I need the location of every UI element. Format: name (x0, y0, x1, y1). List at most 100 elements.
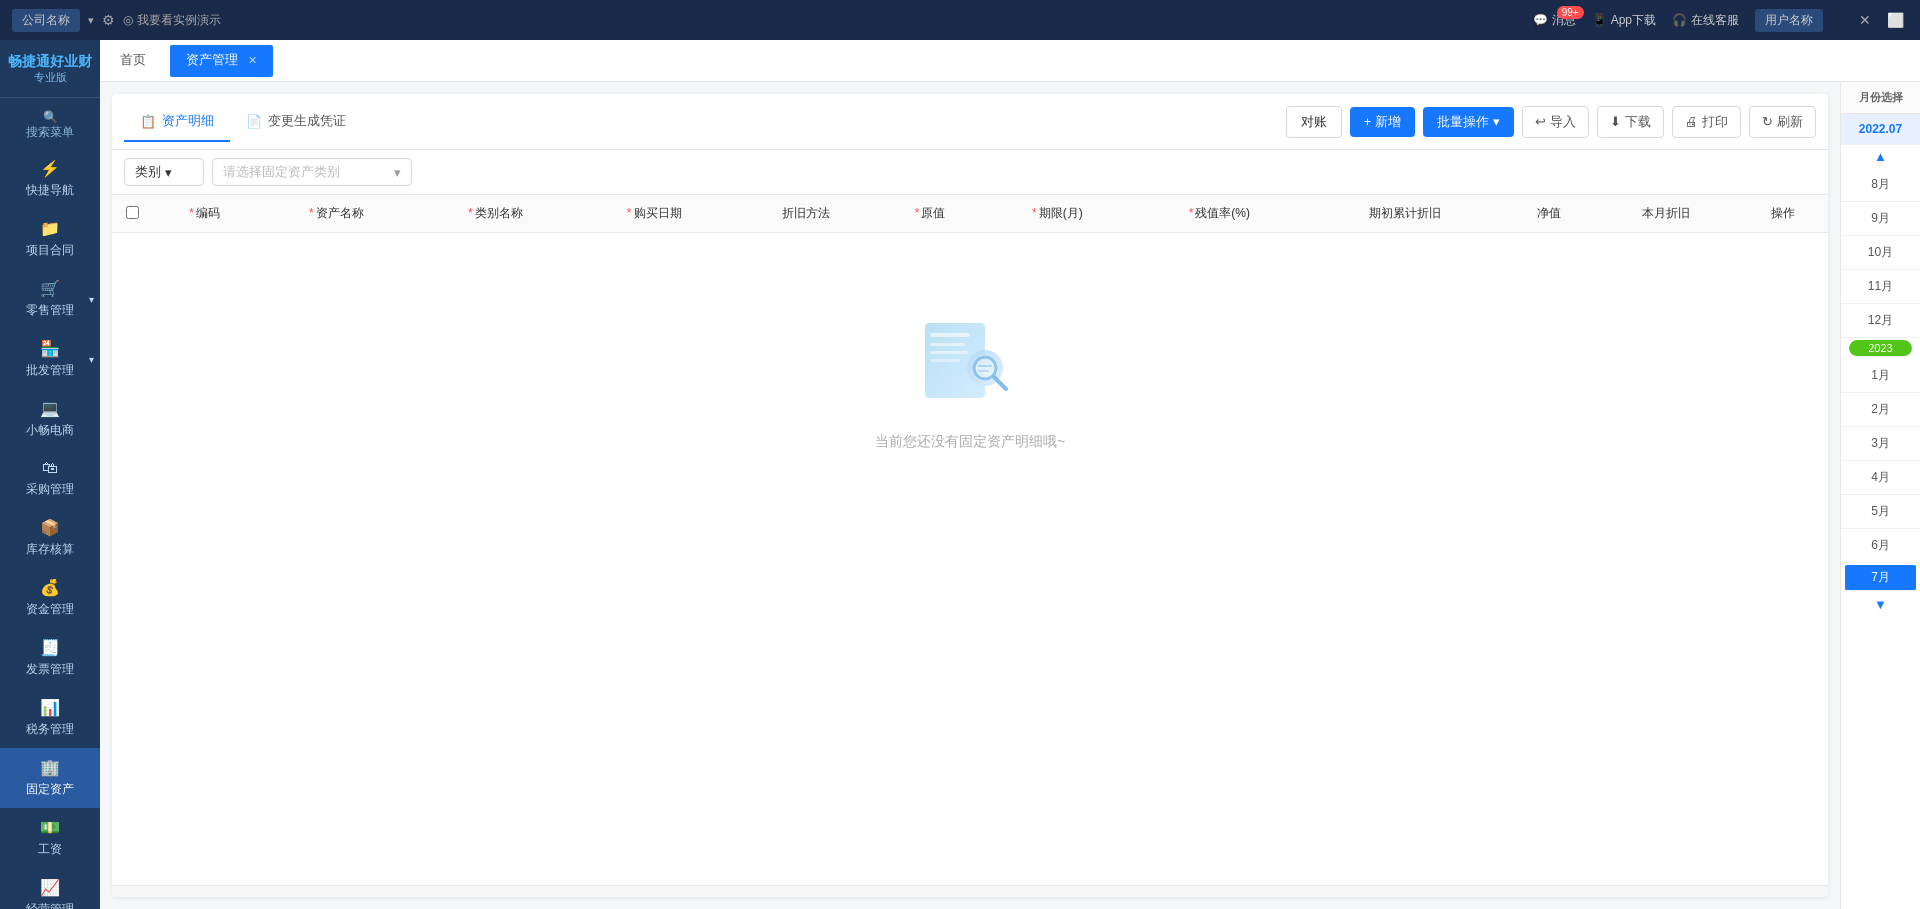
refresh-icon: ↻ (1762, 114, 1773, 129)
empty-illustration (910, 313, 1030, 413)
sidebar-item-tax[interactable]: 📊 税务管理 (0, 688, 100, 748)
tab-close-icon[interactable]: ✕ (248, 54, 257, 66)
col-name: *资产名称 (257, 195, 416, 233)
col-net-value: 净值 (1504, 195, 1594, 233)
batch-button[interactable]: 批量操作 ▾ (1423, 107, 1514, 137)
sidebar-search[interactable]: 🔍 搜索菜单 (0, 102, 100, 149)
settings-icon[interactable]: ⚙ (102, 12, 115, 28)
sidebar-item-fixed-asset[interactable]: 🏢 固定资产 (0, 748, 100, 808)
month-up-button[interactable]: ▲ (1841, 145, 1920, 168)
print-button[interactable]: 🖨 打印 (1672, 106, 1741, 138)
app-icon: 📱 (1592, 13, 1607, 27)
col-category: *类别名称 (416, 195, 575, 233)
service-icon: 🎧 (1672, 13, 1687, 27)
add-button[interactable]: + 新增 (1350, 107, 1415, 137)
col-residual-rate: *残值率(%) (1132, 195, 1306, 233)
top-bar: 公司名称 ▾ ⚙ ◎ 我要看实例演示 💬 消息 99+ 📱 App下载 🎧 在线… (0, 0, 1920, 40)
company-dropdown[interactable]: ▾ (88, 14, 94, 27)
sidebar-item-purchase[interactable]: 🛍 采购管理 (0, 449, 100, 508)
detail-tab-icon: 📋 (140, 114, 156, 129)
tab-home[interactable]: 首页 (100, 41, 166, 81)
month-item-5[interactable]: 5月 (1841, 495, 1920, 529)
table-header-row: *编码 *资产名称 *类别名称 *购买日期 折旧方法 *原值 *期限(月) *残… (112, 195, 1828, 233)
month-panel-title: 月份选择 (1841, 82, 1920, 114)
operations-icon: 📈 (40, 878, 60, 897)
company-name: 公司名称 (12, 9, 80, 32)
demo-link[interactable]: ◎ 我要看实例演示 (123, 12, 221, 29)
svg-rect-4 (930, 359, 960, 362)
sidebar-item-project[interactable]: 📁 项目合同 (0, 209, 100, 269)
month-item-6[interactable]: 6月 (1841, 529, 1920, 563)
month-down-button[interactable]: ▼ (1841, 593, 1920, 616)
col-period: *期限(月) (982, 195, 1132, 233)
message-badge: 99+ (1557, 6, 1584, 19)
month-item-4[interactable]: 4月 (1841, 461, 1920, 495)
category-type-dropdown-icon: ▾ (165, 165, 172, 180)
sub-tab-voucher[interactable]: 📄 变更生成凭证 (230, 102, 362, 142)
month-item-7-current[interactable]: 7月 (1845, 565, 1916, 591)
month-item-9[interactable]: 9月 (1841, 202, 1920, 236)
import-button[interactable]: ↩ 导入 (1522, 106, 1589, 138)
month-item-11[interactable]: 11月 (1841, 270, 1920, 304)
col-monthly-depreciation: 本月折旧 (1594, 195, 1738, 233)
month-item-12[interactable]: 12月 (1841, 304, 1920, 338)
close-window-button[interactable]: ✕ (1855, 12, 1875, 28)
month-item-1[interactable]: 1月 (1841, 359, 1920, 393)
select-all-checkbox[interactable] (126, 206, 139, 219)
category-search-input[interactable]: 请选择固定资产类别 ▾ (212, 158, 412, 186)
current-year-month[interactable]: 2022.07 (1841, 114, 1920, 145)
month-item-3[interactable]: 3月 (1841, 427, 1920, 461)
panel-inner: 📋 资产明细 📄 变更生成凭证 对账 + 新增 (112, 94, 1828, 897)
refresh-button[interactable]: ↻ 刷新 (1749, 106, 1816, 138)
filter-bar: 类别 ▾ 请选择固定资产类别 ▾ (112, 150, 1828, 195)
category-type-select[interactable]: 类别 ▾ (124, 158, 204, 186)
brand-name: 畅捷通好业财 (8, 52, 92, 70)
sidebar-item-wholesale[interactable]: 🏪 批发管理 ▾ (0, 329, 100, 389)
tax-icon: 📊 (40, 698, 60, 717)
month-item-2[interactable]: 2月 (1841, 393, 1920, 427)
month-item-10[interactable]: 10月 (1841, 236, 1920, 270)
sidebar-item-fund[interactable]: 💰 资金管理 (0, 568, 100, 628)
project-icon: 📁 (40, 219, 60, 238)
content-area: 首页 资产管理 ✕ 📋 资产明细 (100, 40, 1920, 909)
asset-table: *编码 *资产名称 *类别名称 *购买日期 折旧方法 *原值 *期限(月) *残… (112, 195, 1828, 233)
voucher-tab-icon: 📄 (246, 114, 262, 129)
main-layout: 畅捷通好业财 专业版 🔍 搜索菜单 ⚡ 快捷导航 📁 项目合同 🛒 零售管理 ▾… (0, 40, 1920, 909)
print-icon: 🖨 (1685, 114, 1698, 129)
sidebar-item-salary[interactable]: 💵 工资 (0, 808, 100, 868)
app-download-button[interactable]: 📱 App下载 (1592, 12, 1656, 29)
top-bar-right: 💬 消息 99+ 📱 App下载 🎧 在线客服 用户名称 ✕ ⬜ (1533, 9, 1908, 32)
sub-tab-detail[interactable]: 📋 资产明细 (124, 102, 230, 142)
svg-rect-2 (930, 343, 965, 346)
service-button[interactable]: 🎧 在线客服 (1672, 12, 1739, 29)
empty-text: 当前您还没有固定资产明细哦~ (875, 433, 1065, 451)
table-wrapper: *编码 *资产名称 *类别名称 *购买日期 折旧方法 *原值 *期限(月) *残… (112, 195, 1828, 885)
sidebar-brand: 畅捷通好业财 专业版 (0, 40, 100, 98)
month-item-8[interactable]: 8月 (1841, 168, 1920, 202)
message-button[interactable]: 💬 消息 99+ (1533, 12, 1576, 29)
svg-line-8 (994, 377, 1006, 389)
purchase-icon: 🛍 (42, 459, 58, 477)
sidebar-item-operations[interactable]: 📈 经营管理 (0, 868, 100, 909)
col-accumulated: 期初累计折旧 (1306, 195, 1504, 233)
download-button[interactable]: ⬇ 下载 (1597, 106, 1664, 138)
wholesale-arrow: ▾ (89, 354, 94, 365)
maximize-window-button[interactable]: ⬜ (1883, 12, 1908, 28)
bottom-scrollbar[interactable] (112, 885, 1828, 897)
sidebar-item-inventory[interactable]: 📦 库存核算 (0, 508, 100, 568)
select-all-checkbox-cell[interactable] (112, 195, 152, 233)
tab-bar: 首页 资产管理 ✕ (100, 40, 1920, 82)
sidebar-item-retail[interactable]: 🛒 零售管理 ▾ (0, 269, 100, 329)
svg-rect-1 (930, 333, 970, 337)
sidebar-item-quicknav[interactable]: ⚡ 快捷导航 (0, 149, 100, 209)
reconcile-button[interactable]: 对账 (1286, 106, 1342, 138)
empty-state: 当前您还没有固定资产明细哦~ (112, 233, 1828, 531)
sidebar-item-ecommerce[interactable]: 💻 小畅电商 (0, 389, 100, 449)
user-menu[interactable]: 用户名称 (1755, 9, 1823, 32)
tab-asset-management[interactable]: 资产管理 ✕ (170, 45, 273, 77)
inventory-icon: 📦 (40, 518, 60, 537)
download-icon: ⬇ (1610, 114, 1621, 129)
invoice-icon: 🧾 (40, 638, 60, 657)
sidebar-item-invoice[interactable]: 🧾 发票管理 (0, 628, 100, 688)
svg-rect-3 (930, 351, 968, 354)
